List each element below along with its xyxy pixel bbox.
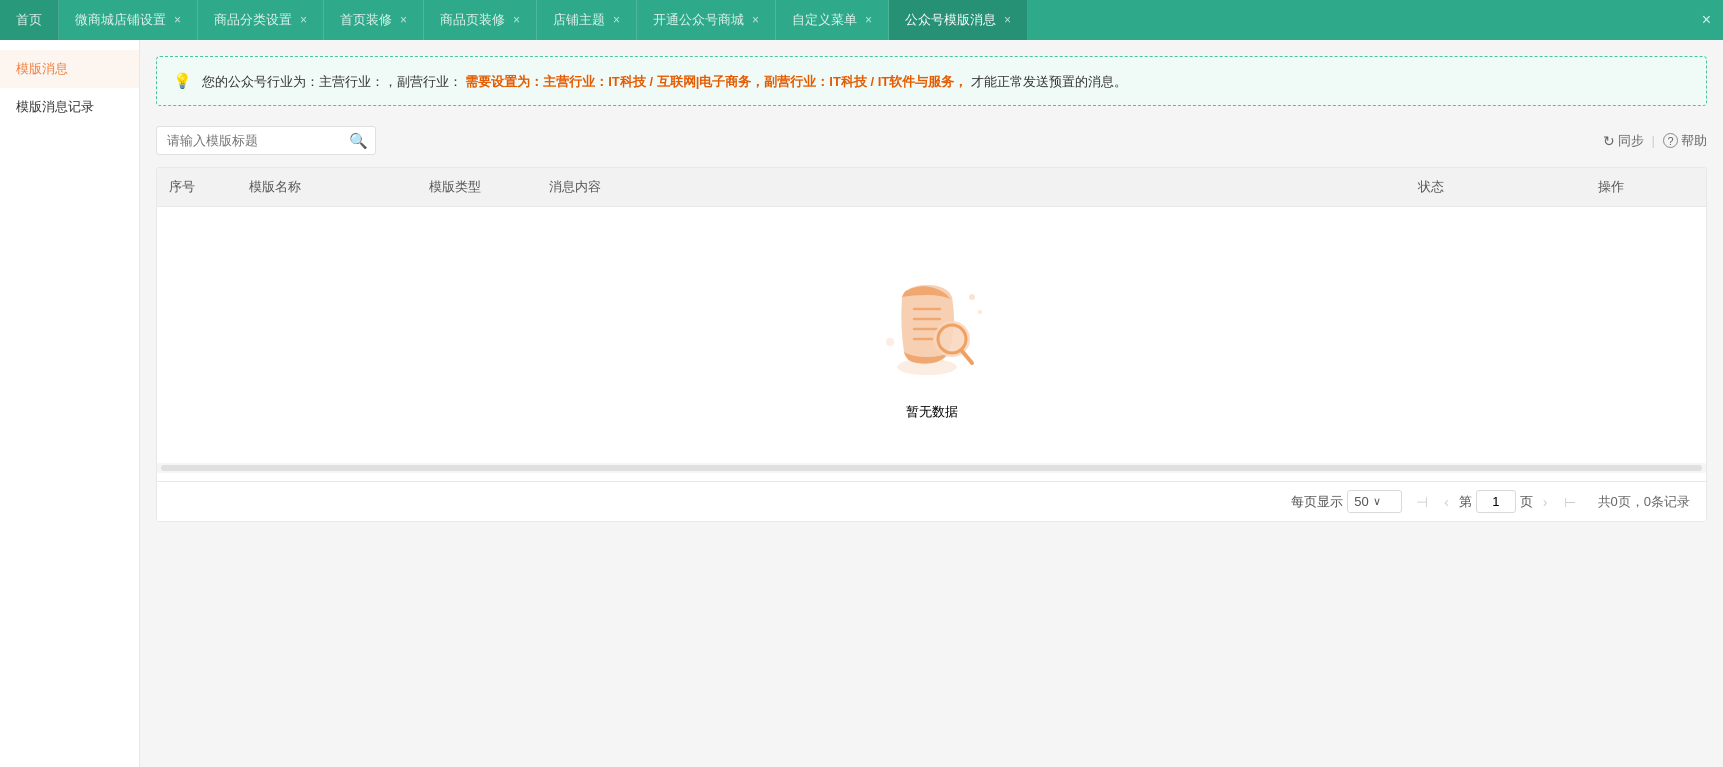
tab-open-mall-close[interactable]: × <box>752 13 759 27</box>
search-input[interactable] <box>156 126 376 155</box>
tab-shop-settings-close[interactable]: × <box>174 13 181 27</box>
tab-template-msg-label: 公众号模版消息 <box>905 11 996 29</box>
per-page-value: 50 <box>1354 494 1368 509</box>
dropdown-arrow-icon: ∨ <box>1373 495 1381 508</box>
th-action: 操作 <box>1586 168 1706 206</box>
tab-custom-menu-label: 自定义菜单 <box>792 11 857 29</box>
tab-home-decoration-close[interactable]: × <box>400 13 407 27</box>
th-status: 状态 <box>1406 168 1586 206</box>
tab-product-decoration[interactable]: 商品页装修 × <box>424 0 537 40</box>
tab-template-msg[interactable]: 公众号模版消息 × <box>889 0 1028 40</box>
horizontal-scrollbar[interactable] <box>157 463 1706 473</box>
notice-box: 💡 您的公众号行业为：主营行业：，副营行业： 需要设置为：主营行业：IT科技 /… <box>156 56 1707 106</box>
sidebar-item-template-record[interactable]: 模版消息记录 <box>0 88 139 126</box>
total-label: 共0页，0条记录 <box>1598 493 1690 511</box>
tab-custom-menu-close[interactable]: × <box>865 13 872 27</box>
search-row: 🔍 ↻ 同步 | ? 帮助 <box>156 126 1707 155</box>
tab-open-mall[interactable]: 开通公众号商城 × <box>637 0 776 40</box>
tab-shop-theme[interactable]: 店铺主题 × <box>537 0 637 40</box>
tab-product-decoration-close[interactable]: × <box>513 13 520 27</box>
help-button[interactable]: ? 帮助 <box>1663 132 1707 150</box>
notice-icon: 💡 <box>173 72 192 89</box>
sync-icon: ↻ <box>1603 133 1615 149</box>
empty-state: 暂无数据 <box>157 207 1706 461</box>
prev-page-button[interactable]: ‹ <box>1438 492 1455 512</box>
empty-illustration <box>872 267 992 387</box>
sidebar-item-template-message[interactable]: 模版消息 <box>0 50 139 88</box>
sync-label: 同步 <box>1618 132 1644 150</box>
svg-point-8 <box>969 294 975 300</box>
content-area: 💡 您的公众号行业为：主营行业：，副营行业： 需要设置为：主营行业：IT科技 /… <box>140 40 1723 767</box>
search-input-wrap: 🔍 <box>156 126 376 155</box>
page-number-input[interactable]: 1 <box>1476 490 1516 513</box>
tab-custom-menu[interactable]: 自定义菜单 × <box>776 0 889 40</box>
th-type: 模版类型 <box>417 168 537 206</box>
search-actions: ↻ 同步 | ? 帮助 <box>1603 132 1707 150</box>
th-index: 序号 <box>157 168 237 206</box>
first-page-button[interactable]: ⊣ <box>1410 492 1434 512</box>
divider: | <box>1652 133 1655 148</box>
th-content: 消息内容 <box>537 168 1406 206</box>
svg-point-9 <box>978 310 982 314</box>
sidebar-item-record-label: 模版消息记录 <box>16 99 94 114</box>
page-navigation: ⊣ ‹ 第 1 页 › ⊢ <box>1410 490 1581 513</box>
per-page-label: 每页显示 <box>1291 493 1343 511</box>
tab-category-label: 商品分类设置 <box>214 11 292 29</box>
tab-bar: 首页 微商城店铺设置 × 商品分类设置 × 首页装修 × 商品页装修 × 店铺主… <box>0 0 1723 40</box>
next-page-button[interactable]: › <box>1537 492 1554 512</box>
empty-text: 暂无数据 <box>906 403 958 421</box>
svg-line-7 <box>962 351 972 363</box>
help-label: 帮助 <box>1681 132 1707 150</box>
help-icon: ? <box>1663 133 1678 148</box>
notice-suffix: 才能正常发送预置的消息。 <box>971 74 1127 89</box>
search-icon[interactable]: 🔍 <box>349 132 368 150</box>
tab-shop-theme-label: 店铺主题 <box>553 11 605 29</box>
notice-highlight: 需要设置为：主营行业：IT科技 / 互联网|电子商务，副营行业：IT科技 / I… <box>465 74 967 89</box>
sidebar-item-template-label: 模版消息 <box>16 61 68 76</box>
table-header: 序号 模版名称 模版类型 消息内容 状态 操作 <box>157 168 1706 207</box>
tab-open-mall-label: 开通公众号商城 <box>653 11 744 29</box>
close-all-tabs-button[interactable]: × <box>1702 11 1723 29</box>
tab-category-settings[interactable]: 商品分类设置 × <box>198 0 324 40</box>
tab-category-close[interactable]: × <box>300 13 307 27</box>
tab-home-label: 首页 <box>16 11 42 29</box>
tab-home-decoration-label: 首页装修 <box>340 11 392 29</box>
per-page-dropdown[interactable]: 50 ∨ <box>1347 490 1402 513</box>
sync-button[interactable]: ↻ 同步 <box>1603 132 1644 150</box>
pagination: 每页显示 50 ∨ ⊣ ‹ 第 1 页 › ⊢ 共0页，0条记录 <box>157 481 1706 521</box>
page-suffix-label: 页 <box>1520 493 1533 511</box>
tab-product-decoration-label: 商品页装修 <box>440 11 505 29</box>
sidebar: 模版消息 模版消息记录 <box>0 40 140 767</box>
tab-shop-settings-label: 微商城店铺设置 <box>75 11 166 29</box>
tab-home[interactable]: 首页 <box>0 0 59 40</box>
page-size-select: 每页显示 50 ∨ <box>1291 490 1402 513</box>
last-page-button[interactable]: ⊢ <box>1558 492 1582 512</box>
tab-shop-settings[interactable]: 微商城店铺设置 × <box>59 0 198 40</box>
svg-point-10 <box>886 338 894 346</box>
data-table: 序号 模版名称 模版类型 消息内容 状态 操作 <box>156 167 1707 522</box>
tab-shop-theme-close[interactable]: × <box>613 13 620 27</box>
main-layout: 模版消息 模版消息记录 💡 您的公众号行业为：主营行业：，副营行业： 需要设置为… <box>0 40 1723 767</box>
th-name: 模版名称 <box>237 168 417 206</box>
tab-template-msg-close[interactable]: × <box>1004 13 1011 27</box>
notice-prefix: 您的公众号行业为：主营行业：，副营行业： <box>202 74 462 89</box>
page-prefix-label: 第 <box>1459 493 1472 511</box>
tab-home-decoration[interactable]: 首页装修 × <box>324 0 424 40</box>
